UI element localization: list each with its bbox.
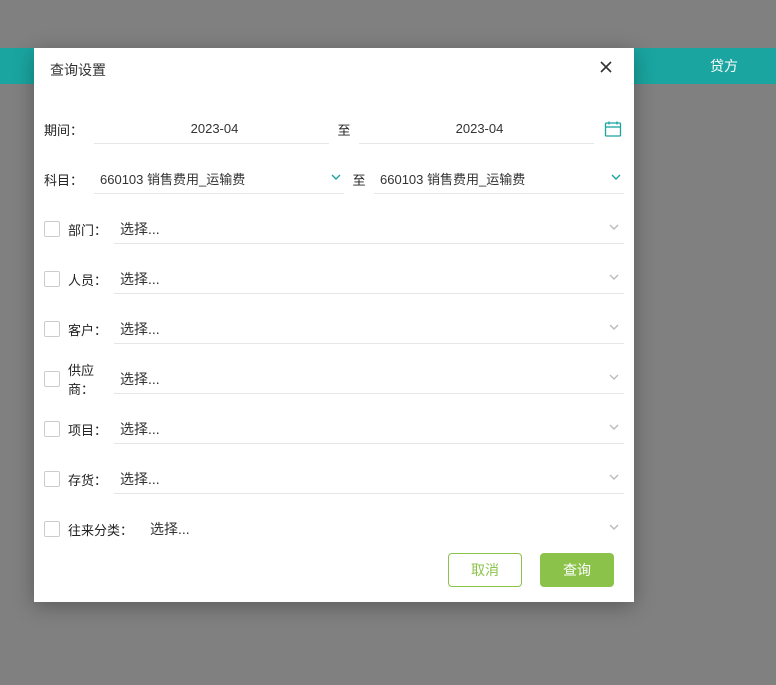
chevron-down-icon bbox=[608, 421, 620, 436]
dept-placeholder: 选择... bbox=[120, 219, 160, 239]
period-to-input[interactable] bbox=[359, 114, 594, 144]
period-from-input[interactable] bbox=[94, 114, 329, 144]
account-to-value: 660103 销售费用_运输费 bbox=[380, 169, 525, 188]
customer-checkbox[interactable] bbox=[44, 321, 60, 337]
query-button-label: 查询 bbox=[563, 560, 591, 580]
category-select[interactable]: 选择... bbox=[144, 514, 624, 538]
cancel-button-label: 取消 bbox=[471, 560, 499, 580]
chevron-down-icon bbox=[330, 171, 342, 186]
query-button[interactable]: 查询 bbox=[540, 553, 614, 587]
category-row: 往来分类： 选择... bbox=[44, 508, 624, 538]
chevron-down-icon bbox=[608, 371, 620, 386]
customer-select[interactable]: 选择... bbox=[114, 314, 624, 344]
dept-checkbox[interactable] bbox=[44, 221, 60, 237]
inventory-placeholder: 选择... bbox=[120, 469, 160, 489]
period-row: 期间： 至 bbox=[44, 108, 624, 150]
account-row: 科目： 660103 销售费用_运输费 至 660103 销售费用_运输费 bbox=[44, 158, 624, 200]
person-checkbox[interactable] bbox=[44, 271, 60, 287]
project-placeholder: 选择... bbox=[120, 419, 160, 439]
inventory-label: 存货： bbox=[68, 470, 114, 489]
person-placeholder: 选择... bbox=[120, 269, 160, 289]
category-checkbox[interactable] bbox=[44, 521, 60, 537]
inventory-row: 存货： 选择... bbox=[44, 458, 624, 500]
account-from-value: 660103 销售费用_运输费 bbox=[100, 169, 245, 188]
account-from-select[interactable]: 660103 销售费用_运输费 bbox=[94, 164, 344, 194]
category-label: 往来分类： bbox=[68, 520, 144, 539]
close-icon[interactable] bbox=[594, 54, 618, 85]
header-credit-label: 贷方 bbox=[710, 56, 738, 76]
chevron-down-icon bbox=[608, 221, 620, 236]
supplier-placeholder: 选择... bbox=[120, 369, 160, 389]
calendar-icon[interactable] bbox=[602, 120, 624, 138]
cancel-button[interactable]: 取消 bbox=[448, 553, 522, 587]
customer-row: 客户： 选择... bbox=[44, 308, 624, 350]
period-to-label: 至 bbox=[329, 120, 359, 139]
person-select[interactable]: 选择... bbox=[114, 264, 624, 294]
dept-label: 部门： bbox=[68, 220, 114, 239]
project-select[interactable]: 选择... bbox=[114, 414, 624, 444]
inventory-checkbox[interactable] bbox=[44, 471, 60, 487]
modal-body[interactable]: 期间： 至 科目： 660103 销售费用_运输费 bbox=[34, 92, 634, 538]
dept-select[interactable]: 选择... bbox=[114, 214, 624, 244]
chevron-down-icon bbox=[608, 271, 620, 286]
project-label: 项目： bbox=[68, 420, 114, 439]
modal-title: 查询设置 bbox=[50, 60, 106, 80]
customer-label: 客户： bbox=[68, 320, 114, 339]
account-to-label: 至 bbox=[344, 170, 374, 189]
chevron-down-icon bbox=[608, 321, 620, 336]
period-label: 期间： bbox=[44, 120, 94, 139]
chevron-down-icon bbox=[608, 471, 620, 486]
query-settings-modal: 查询设置 期间： 至 科目： 66010 bbox=[34, 48, 634, 602]
project-checkbox[interactable] bbox=[44, 421, 60, 437]
dept-row: 部门： 选择... bbox=[44, 208, 624, 250]
person-row: 人员： 选择... bbox=[44, 258, 624, 300]
modal-footer: 取消 查询 bbox=[34, 538, 634, 602]
category-placeholder: 选择... bbox=[150, 519, 190, 539]
modal-header: 查询设置 bbox=[34, 48, 634, 92]
account-to-select[interactable]: 660103 销售费用_运输费 bbox=[374, 164, 624, 194]
person-label: 人员： bbox=[68, 270, 114, 289]
customer-placeholder: 选择... bbox=[120, 319, 160, 339]
chevron-down-icon bbox=[608, 521, 620, 536]
project-row: 项目： 选择... bbox=[44, 408, 624, 450]
chevron-down-icon bbox=[610, 171, 622, 186]
account-label: 科目： bbox=[44, 170, 94, 189]
supplier-row: 供应商： 选择... bbox=[44, 358, 624, 400]
supplier-label: 供应商： bbox=[68, 360, 114, 398]
supplier-select[interactable]: 选择... bbox=[114, 364, 624, 394]
inventory-select[interactable]: 选择... bbox=[114, 464, 624, 494]
supplier-checkbox[interactable] bbox=[44, 371, 60, 387]
